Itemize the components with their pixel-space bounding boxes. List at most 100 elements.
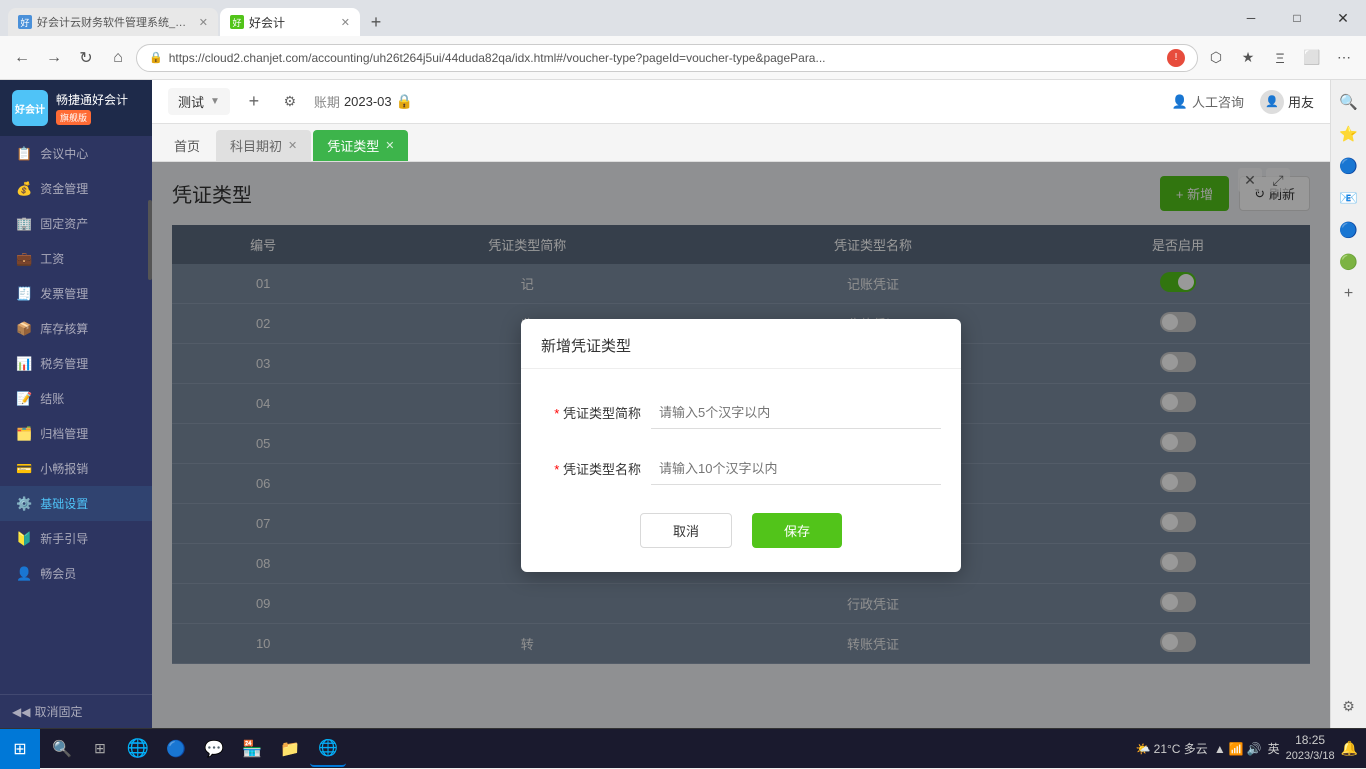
tab-subject[interactable]: 科目期初 ✕ — [216, 130, 311, 161]
sidebar-item-archive[interactable]: 🗂️ 归档管理 — [0, 416, 152, 451]
tab-home[interactable]: 首页 — [160, 130, 214, 161]
browser-tab[interactable]: 好 好会计云财务软件管理系统_会计 ✕ — [8, 8, 218, 36]
new-tab-button[interactable]: + — [362, 8, 390, 36]
tab-voucher[interactable]: 凭证类型 ✕ — [313, 130, 408, 161]
taskbar-folder[interactable]: 📁 — [272, 731, 308, 767]
reload-button[interactable]: ↻ — [72, 44, 100, 72]
taskbar-store[interactable]: 🏪 — [234, 731, 270, 767]
address-bar[interactable]: 🔒 https://cloud2.chanjet.com/accounting/… — [136, 44, 1198, 72]
name-input[interactable] — [651, 453, 941, 485]
right-panel: 🔍 ⭐ 🔵 📧 🔵 🟢 + ⚙ — [1330, 80, 1366, 728]
sidebar-logo-icon: 好会计 — [12, 90, 48, 126]
tab-voucher-close-icon[interactable]: ✕ — [385, 139, 394, 152]
sidebar-item-tax[interactable]: 📊 税务管理 — [0, 346, 152, 381]
workspace-selector[interactable]: 测试 ▼ — [168, 88, 230, 115]
user-avatar: 👤 — [1260, 90, 1284, 114]
taskbar-wechat[interactable]: 💬 — [196, 731, 232, 767]
unpin-button[interactable]: ◀◀ 取消固定 — [0, 694, 152, 728]
page-tab-bar: 首页 科目期初 ✕ 凭证类型 ✕ — [152, 124, 1330, 162]
salary-icon: 💼 — [16, 251, 32, 267]
modal-header: 新增凭证类型 — [521, 319, 961, 369]
save-button[interactable]: 保存 — [752, 513, 842, 548]
user-info[interactable]: 👤 用友 — [1260, 90, 1314, 114]
sidebar-item-fund[interactable]: 💰 资金管理 — [0, 171, 152, 206]
sidebar-item-member[interactable]: 👤 畅会员 — [0, 556, 152, 591]
tab-subject-close-icon[interactable]: ✕ — [288, 139, 297, 152]
taskbar-sys-icons: ▲ 📶 🔊 — [1214, 742, 1262, 756]
rp-circle-button[interactable]: 🔵 — [1335, 152, 1363, 180]
expense-icon: 💳 — [16, 461, 32, 477]
home-button[interactable]: ⌂ — [104, 44, 132, 72]
period-lock-icon: 🔒 — [396, 93, 413, 110]
taskbar-right: 🌤️ 21°C 多云 ▲ 📶 🔊 英 18:25 2023/3/18 🔔 — [1128, 732, 1366, 764]
asset-icon: 🏢 — [16, 216, 32, 232]
extensions-button[interactable]: ⬡ — [1202, 44, 1230, 72]
maximize-button[interactable]: □ — [1274, 0, 1320, 36]
sidebar-item-settlement[interactable]: 📝 结账 — [0, 381, 152, 416]
taskbar-task-view[interactable]: ⊞ — [82, 731, 118, 767]
speaker-icon[interactable]: 🔊 — [1247, 742, 1262, 756]
taskbar-chrome[interactable]: 🌐 — [120, 731, 156, 767]
rp-green-button[interactable]: 🟢 — [1335, 248, 1363, 276]
sidebar-item-guide[interactable]: 🔰 新手引导 — [0, 521, 152, 556]
lock-icon: 🔒 — [149, 51, 163, 64]
start-button[interactable]: ⊞ — [0, 729, 40, 769]
modal-footer: 取消 保存 — [521, 501, 961, 572]
sidebar-item-asset[interactable]: 🏢 固定资产 — [0, 206, 152, 241]
header-right: 👤 人工咨询 👤 用友 — [1172, 90, 1314, 114]
dashboard-icon: 📋 — [16, 146, 32, 162]
sidebar-logo[interactable]: 好会计 畅捷通好会计 旗舰版 — [0, 80, 152, 136]
unpin-icon: ◀◀ — [12, 705, 30, 719]
sidebar-item-inventory[interactable]: 📦 库存核算 — [0, 311, 152, 346]
split-view-button[interactable]: ⬜ — [1298, 44, 1326, 72]
favorites-button[interactable]: ★ — [1234, 44, 1262, 72]
period-label: 账期 — [314, 92, 340, 111]
rp-search-button[interactable]: 🔍 — [1335, 88, 1363, 116]
tab1-close-icon[interactable]: ✕ — [199, 16, 208, 29]
forward-button[interactable]: → — [40, 44, 68, 72]
network-icon[interactable]: ▲ — [1214, 742, 1226, 756]
tab2-favicon: 好 — [230, 15, 244, 29]
sidebar-item-invoice[interactable]: 🧾 发票管理 — [0, 276, 152, 311]
rp-config-button[interactable]: ⚙ — [1335, 692, 1363, 720]
modal-overlay: 新增凭证类型 * 凭证类型简称 * — [152, 162, 1330, 728]
abbr-input[interactable] — [651, 397, 941, 429]
add-workspace-button[interactable]: + — [242, 90, 266, 114]
form-row-abbr: * 凭证类型简称 — [541, 397, 941, 429]
workspace-arrow-icon: ▼ — [210, 96, 220, 107]
sidebar-logo-text: 畅捷通好会计 — [56, 91, 128, 108]
rp-star-button[interactable]: ⭐ — [1335, 120, 1363, 148]
tab2-close-icon[interactable]: ✕ — [341, 16, 350, 29]
taskbar-clock[interactable]: 18:25 2023/3/18 — [1286, 732, 1335, 764]
browser-tab-active[interactable]: 好 好会计 ✕ — [220, 8, 360, 36]
sidebar-item-expense[interactable]: 💳 小畅报销 — [0, 451, 152, 486]
period-info: 账期 2023-03 🔒 — [314, 92, 413, 111]
minimize-button[interactable]: ─ — [1228, 0, 1274, 36]
sidebar-item-dashboard[interactable]: 📋 会议中心 — [0, 136, 152, 171]
cancel-button[interactable]: 取消 — [640, 513, 732, 548]
notification-button[interactable]: 🔔 — [1341, 740, 1358, 757]
sidebar-item-settings[interactable]: ⚙️ 基础设置 — [0, 486, 152, 521]
taskbar-msedge[interactable]: 🌐 — [310, 731, 346, 767]
taskbar-lang[interactable]: 英 — [1268, 740, 1280, 757]
taskbar-search[interactable]: 🔍 — [44, 731, 80, 767]
consult-button[interactable]: 👤 人工咨询 — [1172, 92, 1244, 111]
rp-mail-button[interactable]: 📧 — [1335, 184, 1363, 212]
rp-outlook-button[interactable]: 🔵 — [1335, 216, 1363, 244]
sidebar-item-salary[interactable]: 💼 工资 — [0, 241, 152, 276]
settings-header-button[interactable]: ⚙ — [278, 90, 302, 114]
close-window-button[interactable]: ✕ — [1320, 0, 1366, 36]
wifi-icon[interactable]: 📶 — [1229, 742, 1244, 756]
sidebar: 好会计 畅捷通好会计 旗舰版 📋 会议中心 💰 资金管理 🏢 固定资产 — [0, 80, 152, 728]
browser-settings-button[interactable]: ⋯ — [1330, 44, 1358, 72]
taskbar-edge[interactable]: 🔵 — [158, 731, 194, 767]
archive-icon: 🗂️ — [16, 426, 32, 442]
taskbar-items: 🔍 ⊞ 🌐 🔵 💬 🏪 📁 🌐 — [40, 731, 350, 767]
reading-mode-button[interactable]: Ξ — [1266, 44, 1294, 72]
back-button[interactable]: ← — [8, 44, 36, 72]
abbr-label: * 凭证类型简称 — [541, 403, 651, 422]
rp-add-button[interactable]: + — [1335, 280, 1363, 308]
guide-icon: 🔰 — [16, 531, 32, 547]
taskbar-weather[interactable]: 🌤️ 21°C 多云 — [1136, 740, 1208, 757]
tab1-favicon: 好 — [18, 15, 32, 29]
